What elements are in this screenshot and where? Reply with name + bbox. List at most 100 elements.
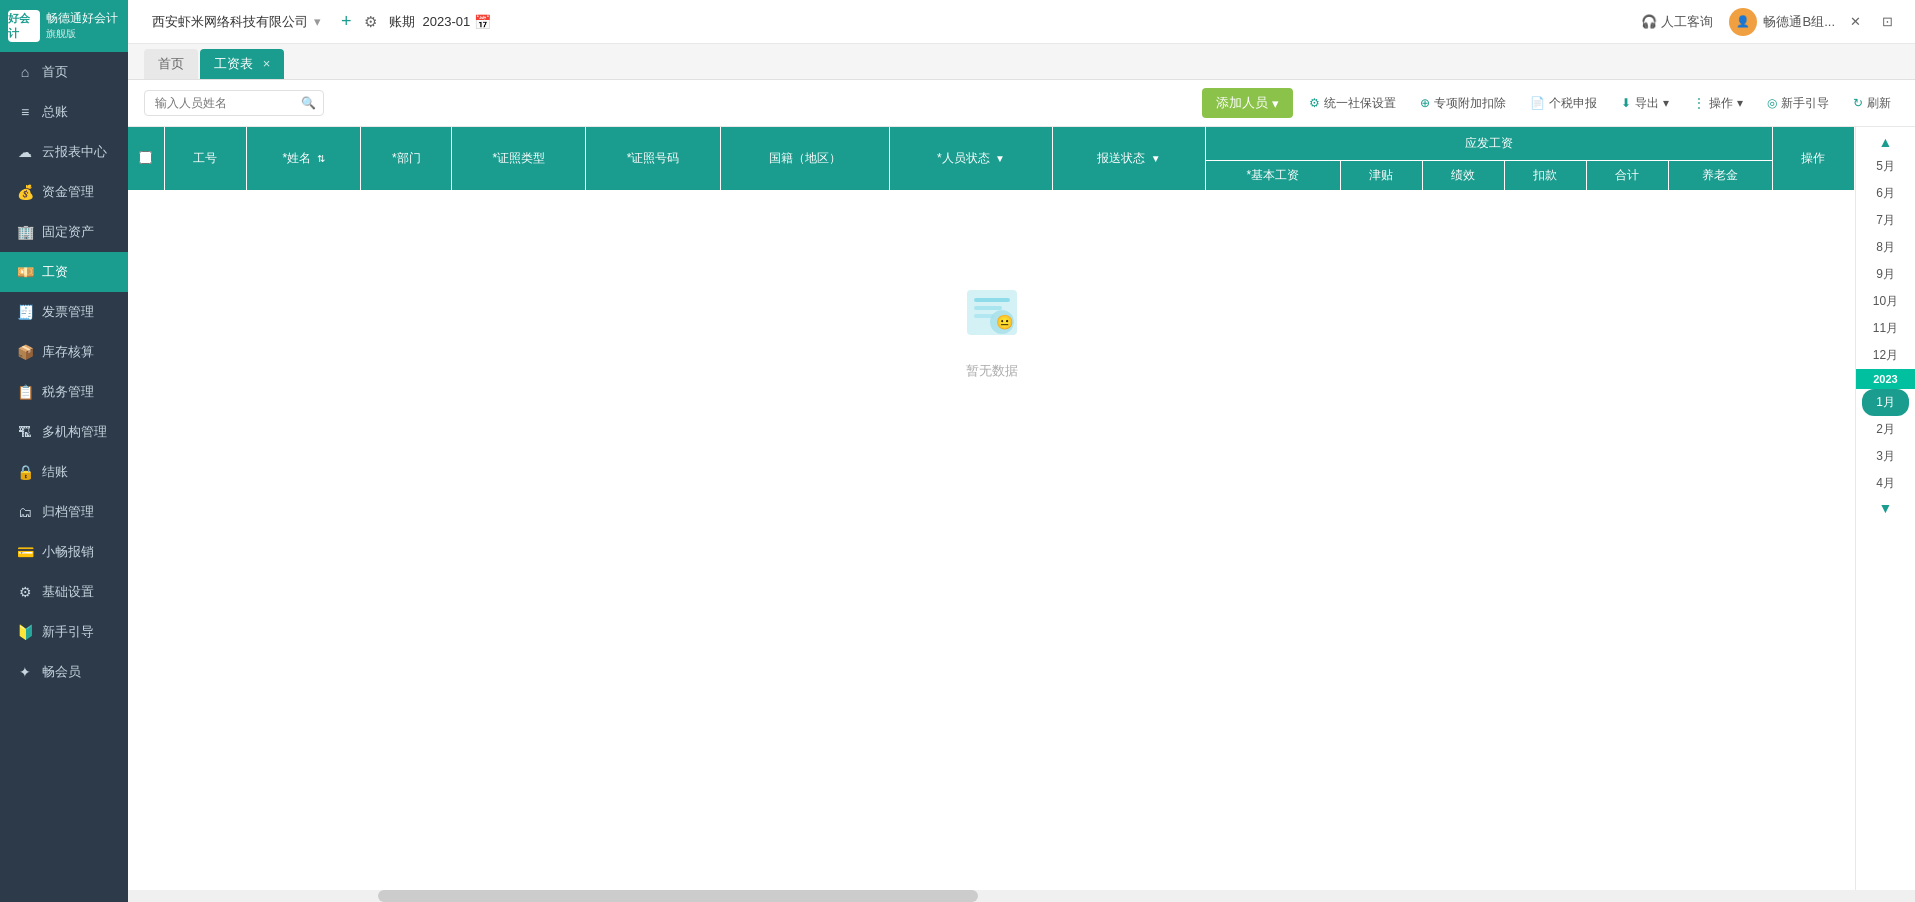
operations-btn[interactable]: ⋮ 操作 ▾ [1685, 90, 1751, 117]
select-all-checkbox[interactable] [139, 151, 152, 164]
scrollbar-thumb[interactable] [378, 890, 978, 902]
sidebar-label-funds: 资金管理 [42, 183, 94, 201]
tab-home-label: 首页 [158, 56, 184, 71]
report-filter-icon[interactable]: ▼ [1151, 153, 1161, 164]
settings-icon: ⚙ [16, 584, 34, 600]
tab-salary-label: 工资表 [214, 56, 253, 71]
month-nav-up[interactable]: ▲ [1879, 131, 1893, 153]
special-deduct-btn[interactable]: ⊕ 专项附加扣除 [1412, 90, 1514, 117]
app-logo: 好会计 畅德通好会计 旗舰版 [0, 0, 128, 52]
social-security-btn[interactable]: ⚙ 统一社保设置 [1301, 90, 1404, 117]
special-deduct-icon: ⊕ [1420, 96, 1430, 110]
month-10[interactable]: 10月 [1856, 288, 1915, 315]
personal-tax-label: 个税申报 [1549, 95, 1597, 112]
refresh-btn[interactable]: ↻ 刷新 [1845, 90, 1899, 117]
operations-dropdown-icon: ▾ [1737, 96, 1743, 110]
sidebar-item-salary[interactable]: 💴 工资 [0, 252, 128, 292]
settings-btn[interactable]: ⚙ [364, 13, 377, 31]
sidebar-item-invoice[interactable]: 🧾 发票管理 [0, 292, 128, 332]
multi-org-icon: 🏗 [16, 424, 34, 440]
service-label: 人工客询 [1661, 13, 1713, 31]
inventory-icon: 📦 [16, 344, 34, 360]
sidebar-label-expense: 小畅报销 [42, 543, 94, 561]
table-header-row: 工号 *姓名 ⇅ *部门 *证照类型 [128, 127, 1855, 161]
personal-tax-icon: 📄 [1530, 96, 1545, 110]
add-company-btn[interactable]: + [341, 11, 352, 32]
sidebar-item-guide[interactable]: 🔰 新手引导 [0, 612, 128, 652]
period-badge: 账期 2023-01 📅 [389, 13, 492, 31]
th-id-number: *证照号码 [586, 127, 720, 190]
add-person-btn[interactable]: 添加人员 ▾ [1202, 88, 1293, 118]
month-12[interactable]: 12月 [1856, 342, 1915, 369]
sidebar-item-inventory[interactable]: 📦 库存核算 [0, 332, 128, 372]
refresh-label: 刷新 [1867, 95, 1891, 112]
month-2[interactable]: 2月 [1856, 416, 1915, 443]
sidebar-item-archive[interactable]: 🗂 归档管理 [0, 492, 128, 532]
window-controls: ✕ ⊡ [1843, 10, 1899, 34]
bottom-scrollbar[interactable] [128, 890, 1915, 902]
sidebar-item-member[interactable]: ✦ 畅会员 [0, 652, 128, 692]
status-filter-icon[interactable]: ▼ [995, 153, 1005, 164]
sidebar-item-close[interactable]: 🔒 结账 [0, 452, 128, 492]
sidebar-item-home[interactable]: ⌂ 首页 [0, 52, 128, 92]
month-8[interactable]: 8月 [1856, 234, 1915, 261]
th-region: 国籍（地区） [720, 127, 890, 190]
sidebar-item-tax[interactable]: 📋 税务管理 [0, 372, 128, 412]
th-operations: 操作 [1772, 127, 1854, 190]
salary-icon: 💴 [16, 264, 34, 280]
sidebar-item-reports[interactable]: ☁ 云报表中心 [0, 132, 128, 172]
sidebar: 好会计 畅德通好会计 旗舰版 ⌂ 首页 ≡ 总账 ☁ 云报表中心 💰 资金管理 … [0, 0, 128, 902]
tab-close-icon[interactable]: × [263, 56, 271, 71]
month-4[interactable]: 4月 [1856, 470, 1915, 497]
search-icon: 🔍 [301, 96, 316, 110]
tab-home[interactable]: 首页 [144, 49, 198, 79]
app-title: 畅德通好会计 [46, 11, 118, 27]
month-5[interactable]: 5月 [1856, 153, 1915, 180]
close-btn[interactable]: ✕ [1843, 10, 1867, 34]
search-input[interactable] [155, 96, 295, 110]
sidebar-item-ledger[interactable]: ≡ 总账 [0, 92, 128, 132]
calendar-icon[interactable]: 📅 [474, 14, 491, 30]
th-name: *姓名 ⇅ [246, 127, 361, 190]
period-value: 2023-01 [423, 14, 471, 29]
guide-btn[interactable]: ◎ 新手引导 [1759, 90, 1837, 117]
sidebar-item-settings[interactable]: ⚙ 基础设置 [0, 572, 128, 612]
maximize-btn[interactable]: ⊡ [1875, 10, 1899, 34]
account-info[interactable]: 👤 畅德通B组... [1729, 8, 1835, 36]
search-container[interactable]: 🔍 [144, 90, 324, 116]
th-id-type: *证照类型 [452, 127, 586, 190]
guide-btn-icon: ◎ [1767, 96, 1777, 110]
operations-label: 操作 [1709, 95, 1733, 112]
service-btn[interactable]: 🎧 人工客询 [1633, 9, 1721, 35]
sidebar-label-home: 首页 [42, 63, 68, 81]
th-allowance: 津贴 [1340, 161, 1422, 191]
th-total: 合计 [1586, 161, 1668, 191]
sidebar-item-expense[interactable]: 💳 小畅报销 [0, 532, 128, 572]
tab-salary[interactable]: 工资表 × [200, 49, 284, 79]
personal-tax-btn[interactable]: 📄 个税申报 [1522, 90, 1605, 117]
month-6[interactable]: 6月 [1856, 180, 1915, 207]
sidebar-label-archive: 归档管理 [42, 503, 94, 521]
year-2023: 2023 [1856, 369, 1915, 389]
th-report-status: 报送状态 ▼ [1052, 127, 1206, 190]
tax-icon: 📋 [16, 384, 34, 400]
sidebar-item-multi-org[interactable]: 🏗 多机构管理 [0, 412, 128, 452]
month-1-active[interactable]: 1月 [1862, 389, 1909, 416]
sidebar-item-assets[interactable]: 🏢 固定资产 [0, 212, 128, 252]
month-nav-down[interactable]: ▼ [1879, 497, 1893, 519]
month-11[interactable]: 11月 [1856, 315, 1915, 342]
month-9[interactable]: 9月 [1856, 261, 1915, 288]
main-area: 西安虾米网络科技有限公司 ▾ + ⚙ 账期 2023-01 📅 🎧 人工客询 👤… [128, 0, 1915, 902]
export-btn[interactable]: ⬇ 导出 ▾ [1613, 90, 1677, 117]
sidebar-label-guide: 新手引导 [42, 623, 94, 641]
company-selector[interactable]: 西安虾米网络科技有限公司 ▾ [144, 9, 329, 35]
sidebar-item-funds[interactable]: 💰 资金管理 [0, 172, 128, 212]
home-icon: ⌂ [16, 64, 34, 80]
month-3[interactable]: 3月 [1856, 443, 1915, 470]
month-7[interactable]: 7月 [1856, 207, 1915, 234]
social-security-icon: ⚙ [1309, 96, 1320, 110]
th-department: *部门 [361, 127, 452, 190]
th-checkbox[interactable] [128, 127, 164, 190]
th-deduct: 扣款 [1504, 161, 1586, 191]
name-sort-icon[interactable]: ⇅ [317, 153, 325, 164]
